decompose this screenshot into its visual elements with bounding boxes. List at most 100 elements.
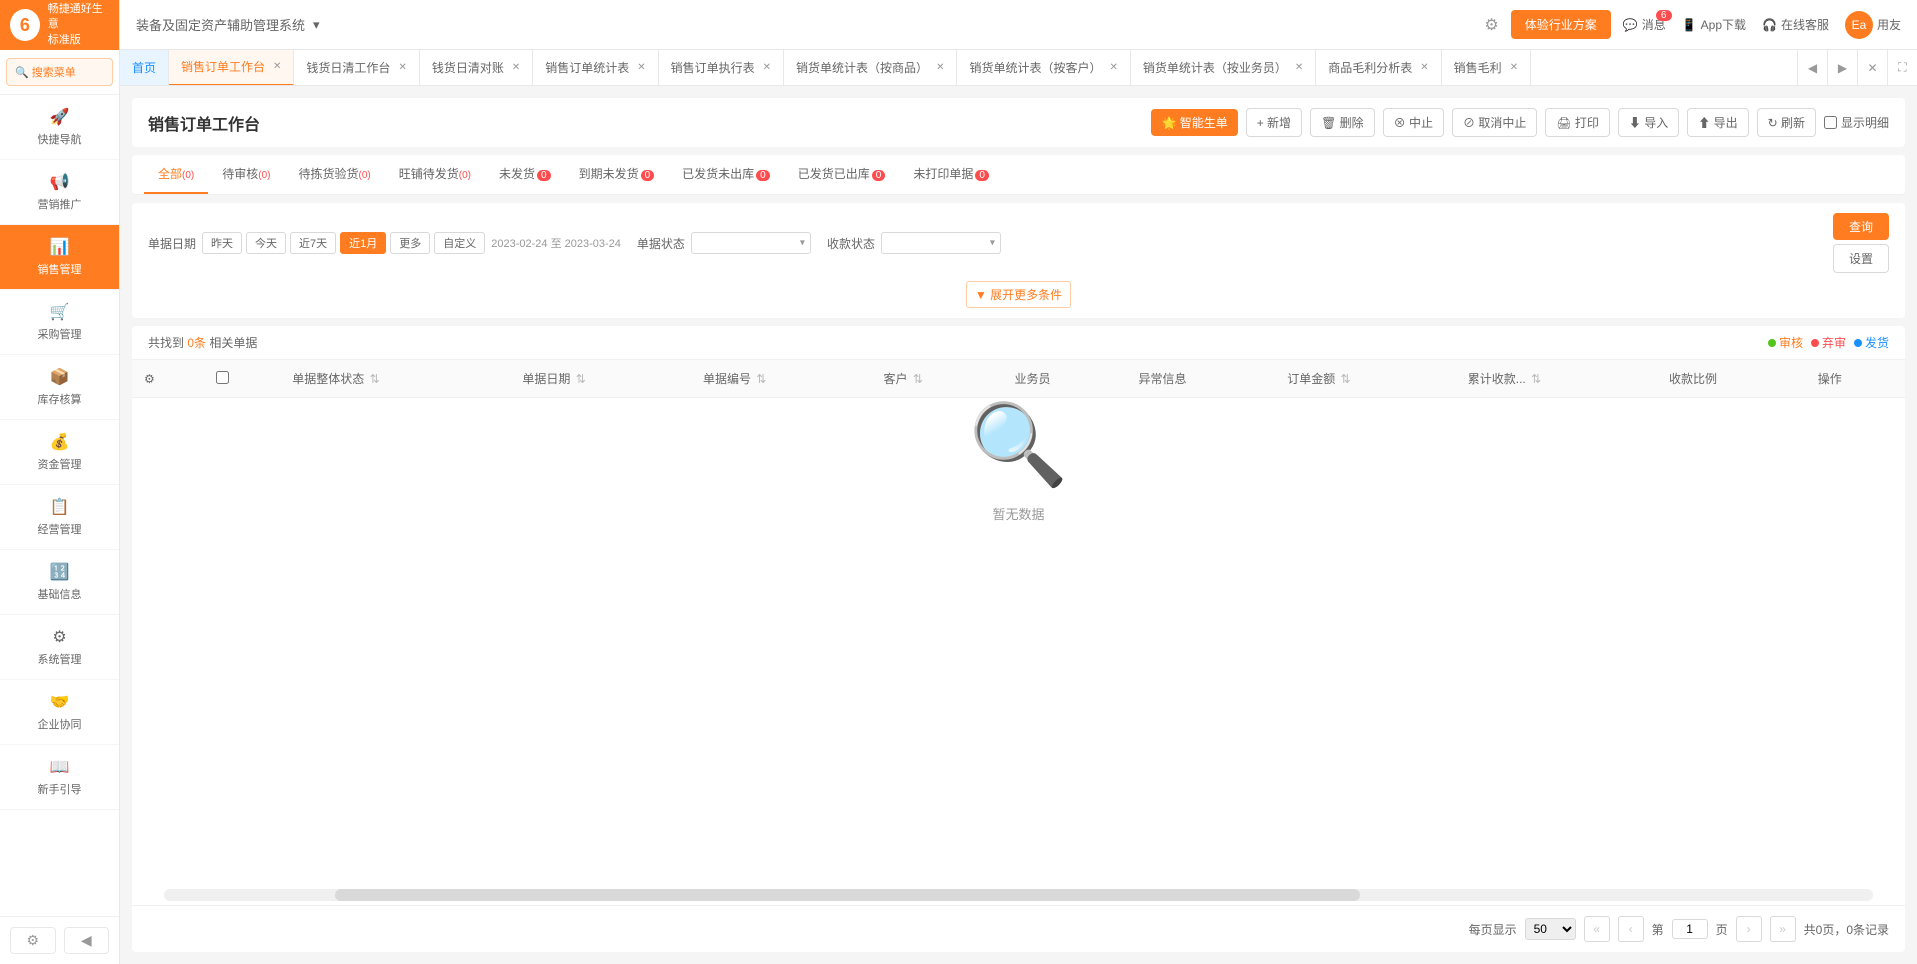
close-tab-cash-daily[interactable]: ✕	[398, 62, 406, 73]
tab-close-all[interactable]: ✕	[1857, 50, 1887, 86]
stop-button[interactable]: ⊗ 中止	[1383, 108, 1444, 137]
sidebar-item-quick-nav[interactable]: 🚀 快捷导航	[0, 95, 119, 160]
settings-bottom-button[interactable]: ⚙	[10, 927, 56, 954]
close-tab-sales-stat-customer[interactable]: ✕	[1109, 62, 1117, 73]
sub-tab-expired-not-shipped[interactable]: 到期未发货0	[565, 155, 669, 194]
tab-home[interactable]: 首页	[120, 50, 169, 86]
filter-setting-button[interactable]: 设置	[1833, 244, 1889, 273]
column-checkbox[interactable]	[204, 360, 280, 398]
tab-nav-next[interactable]: ▶	[1827, 50, 1857, 86]
delete-button[interactable]: 🗑 删除	[1310, 108, 1375, 137]
last-page-button[interactable]: »	[1770, 916, 1796, 942]
first-page-button[interactable]: «	[1584, 916, 1610, 942]
close-tab-gross-profit[interactable]: ✕	[1420, 62, 1428, 73]
close-tab-cash-reconcile[interactable]: ✕	[512, 62, 520, 73]
close-tab-sales-gross[interactable]: ✕	[1510, 62, 1518, 73]
app-download-button[interactable]: 📱 App下载	[1682, 16, 1746, 33]
print-button[interactable]: 🖨 打印	[1545, 108, 1610, 137]
next-page-button[interactable]: ›	[1736, 916, 1762, 942]
sub-tab-all[interactable]: 全部(0)	[144, 155, 208, 194]
add-button[interactable]: + 新增	[1246, 108, 1302, 137]
tab-sales-stat[interactable]: 销售订单统计表 ✕	[533, 50, 658, 86]
status-select[interactable]	[691, 232, 811, 254]
ship-batch-button[interactable]: 发货	[1854, 334, 1889, 351]
close-tab-sales-stat-product[interactable]: ✕	[936, 62, 944, 73]
tab-cash-daily[interactable]: 钱货日清工作台 ✕	[294, 50, 419, 86]
sidebar-item-enterprise[interactable]: 🤝 企业协同	[0, 680, 119, 745]
search-menu-button[interactable]: 🔍 搜索菜单	[6, 58, 113, 86]
import-button[interactable]: ⬇ 导入	[1618, 108, 1679, 137]
select-all-checkbox[interactable]	[216, 371, 229, 384]
sort-icon-status[interactable]: ⇅	[370, 372, 380, 386]
tab-sales-workbench[interactable]: 销售订单工作台 ✕	[169, 50, 294, 86]
sidebar-item-system[interactable]: ⚙ 系统管理	[0, 615, 119, 680]
date-btn-7days[interactable]: 近7天	[290, 232, 336, 254]
smart-create-button[interactable]: 🌟 智能生单	[1151, 109, 1237, 136]
close-tab-sales-stat-staff[interactable]: ✕	[1295, 62, 1303, 73]
sub-tab-not-shipped[interactable]: 未发货0	[485, 155, 565, 194]
online-service-button[interactable]: 🎧 在线客服	[1762, 16, 1829, 33]
sidebar-item-guide[interactable]: 📖 新手引导	[0, 745, 119, 810]
sub-tab-not-printed[interactable]: 未打印单据0	[899, 155, 1003, 194]
export-button[interactable]: ⬆ 导出	[1687, 108, 1748, 137]
sub-tab-pending-review[interactable]: 待审核(0)	[208, 155, 284, 194]
cancel-stop-button[interactable]: ⊘ 取消中止	[1452, 108, 1537, 137]
sub-tab-shipped-out[interactable]: 已发货已出库0	[784, 155, 900, 194]
message-button[interactable]: 💬 消息 6	[1623, 16, 1666, 33]
date-btn-1month[interactable]: 近1月	[340, 232, 386, 254]
industry-solution-button[interactable]: 体验行业方案	[1511, 10, 1611, 39]
collapse-sidebar-button[interactable]: ◀	[64, 927, 110, 954]
show-detail-checkbox-label[interactable]: 显示明细	[1824, 114, 1889, 131]
expand-filter-button[interactable]: ▼ 展开更多条件	[966, 281, 1071, 308]
sidebar-item-inventory[interactable]: 📦 库存核算	[0, 355, 119, 420]
sort-icon-date[interactable]: ⇅	[576, 372, 586, 386]
close-tab-sales-exec[interactable]: ✕	[763, 62, 771, 73]
tab-maximize[interactable]: ⛶	[1887, 50, 1917, 86]
sidebar-item-operation[interactable]: 📋 经营管理	[0, 485, 119, 550]
sub-tab-shipped-not-out[interactable]: 已发货未出库0	[668, 155, 784, 194]
empty-text: 暂无数据	[992, 504, 1044, 523]
sub-tab-wangpu[interactable]: 旺铺待发货(0)	[385, 155, 485, 194]
date-btn-custom[interactable]: 自定义	[434, 232, 485, 254]
sort-icon-customer[interactable]: ⇅	[913, 372, 923, 386]
search-button[interactable]: 查询	[1833, 213, 1889, 240]
user-menu-button[interactable]: Ea 用友	[1845, 11, 1901, 39]
sidebar-item-basic[interactable]: 🔢 基础信息	[0, 550, 119, 615]
date-btn-more[interactable]: 更多	[390, 232, 430, 254]
tab-cash-reconcile[interactable]: 钱货日清对账 ✕	[420, 50, 533, 86]
tab-sales-stat-customer[interactable]: 销货单统计表（按客户） ✕	[957, 50, 1130, 86]
tab-nav-prev[interactable]: ◀	[1797, 50, 1827, 86]
tab-sales-stat-product[interactable]: 销货单统计表（按商品） ✕	[784, 50, 957, 86]
close-tab-sales-stat[interactable]: ✕	[637, 62, 645, 73]
payment-select[interactable]	[881, 232, 1001, 254]
sort-icon-amount[interactable]: ⇅	[1341, 372, 1351, 386]
refresh-button[interactable]: ↻ 刷新	[1757, 108, 1816, 137]
close-tab-sales-workbench[interactable]: ✕	[273, 61, 281, 72]
current-page-input[interactable]	[1672, 919, 1708, 939]
cancel-review-batch-button[interactable]: 弃审	[1811, 334, 1846, 351]
date-btn-yesterday[interactable]: 昨天	[202, 232, 242, 254]
date-btn-today[interactable]: 今天	[246, 232, 286, 254]
sidebar-item-marketing[interactable]: 📢 营销推广	[0, 160, 119, 225]
tab-sales-stat-staff[interactable]: 销货单统计表（按业务员） ✕	[1131, 50, 1316, 86]
sort-icon-accumulated[interactable]: ⇅	[1531, 372, 1541, 386]
column-settings[interactable]: ⚙	[132, 360, 204, 398]
tab-gross-profit[interactable]: 商品毛利分析表 ✕	[1316, 50, 1441, 86]
page-size-select[interactable]: 50 100 200	[1525, 918, 1576, 940]
review-batch-button[interactable]: 审核	[1768, 334, 1803, 351]
settings-icon[interactable]: ⚙	[1484, 15, 1498, 35]
title-dropdown-arrow[interactable]: ▾	[313, 17, 320, 33]
sidebar-item-finance[interactable]: 💰 资金管理	[0, 420, 119, 485]
sub-tab-pending-inspect[interactable]: 待拣货验货(0)	[285, 155, 385, 194]
sidebar-item-sales[interactable]: 📊 销售管理	[0, 225, 119, 290]
sort-icon-number[interactable]: ⇅	[756, 372, 766, 386]
table-scroll-container[interactable]: ⚙ 单据整体状态 ⇅ 单据日期 ⇅ 单据编号 ⇅ 客户 ⇅ 业务员 异常信息 订…	[132, 360, 1905, 885]
scrollbar-thumb[interactable]	[335, 889, 1360, 901]
page-title: 销售订单工作台	[148, 111, 260, 135]
prev-page-button[interactable]: ‹	[1618, 916, 1644, 942]
horizontal-scrollbar[interactable]	[164, 889, 1873, 901]
sidebar-item-purchase[interactable]: 🛒 采购管理	[0, 290, 119, 355]
tab-sales-gross[interactable]: 销售毛利 ✕	[1442, 50, 1531, 86]
tab-sales-exec[interactable]: 销售订单执行表 ✕	[659, 50, 784, 86]
show-detail-checkbox[interactable]	[1824, 116, 1837, 129]
